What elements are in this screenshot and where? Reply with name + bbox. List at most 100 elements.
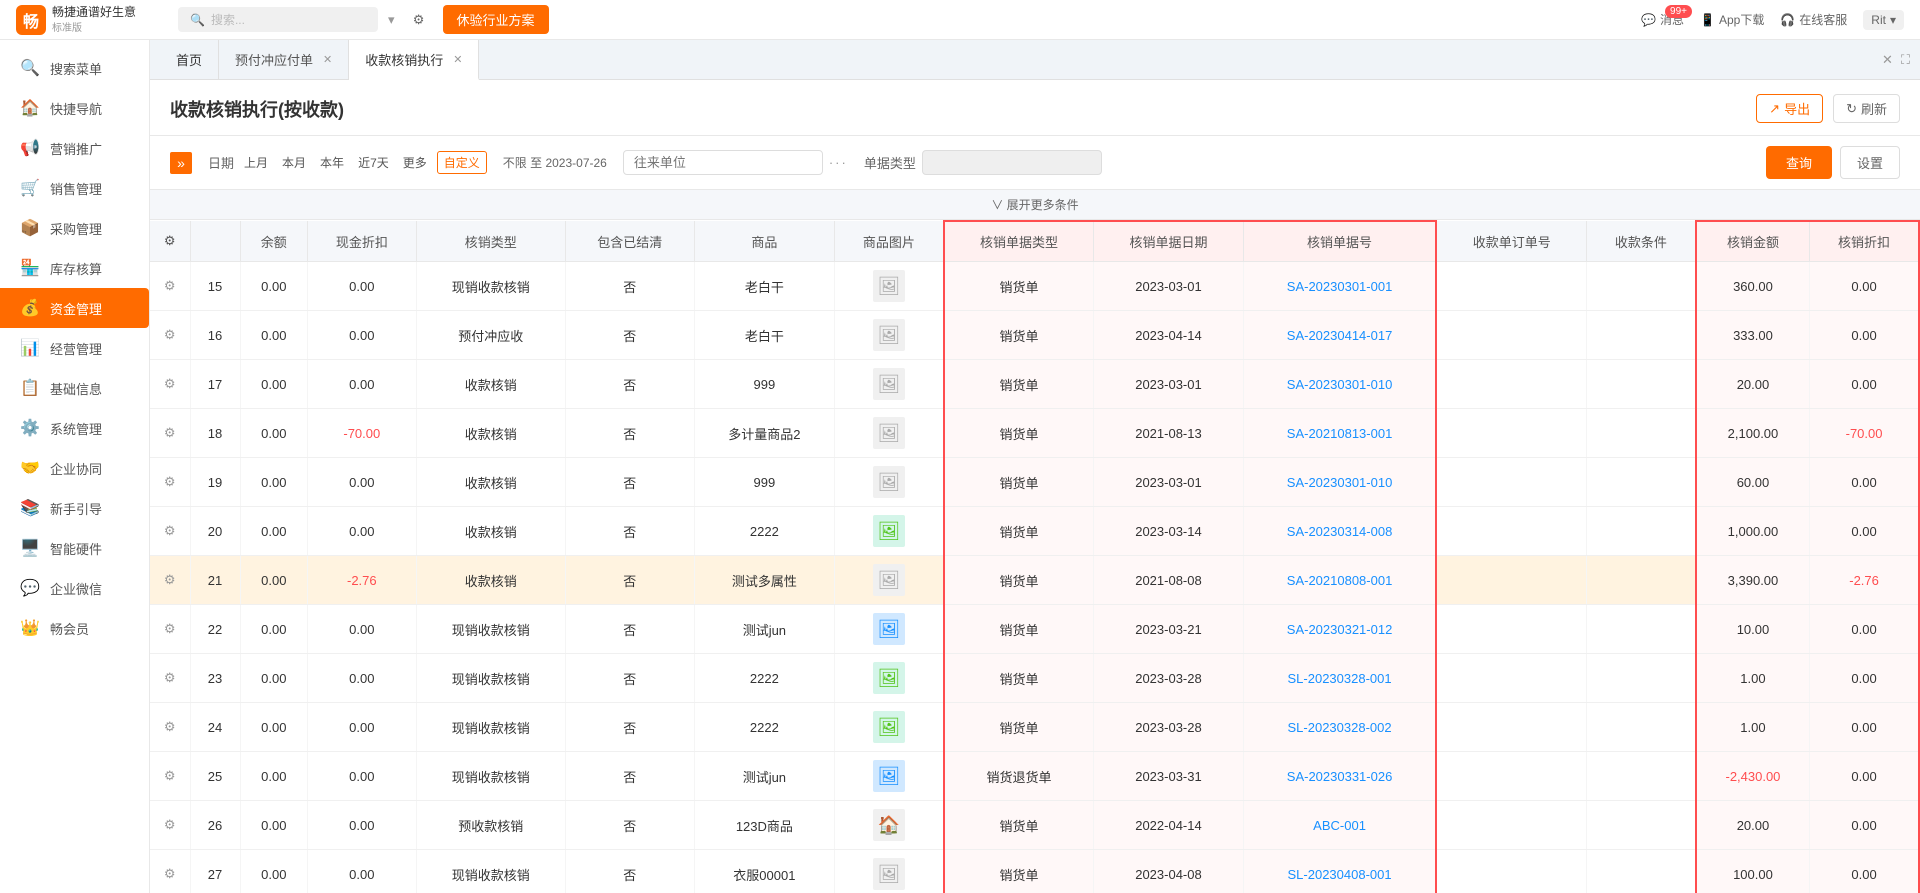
cell-row-num: 16 bbox=[190, 311, 240, 360]
filter-expand-button[interactable]: » bbox=[170, 152, 192, 174]
cell-balance: 0.00 bbox=[240, 703, 308, 752]
partner-input[interactable] bbox=[623, 150, 823, 175]
cell-receipt-condition bbox=[1587, 752, 1696, 801]
tab-receipt[interactable]: 收款核销执行 ✕ bbox=[349, 40, 479, 80]
table-row: ⚙ 25 0.00 0.00 现销收款核销 否 测试jun 🖼 销货退货单 20… bbox=[150, 752, 1919, 801]
purchase-icon: 📦 bbox=[20, 218, 40, 238]
cell-row-num: 25 bbox=[190, 752, 240, 801]
export-button[interactable]: ↗ 导出 bbox=[1756, 94, 1823, 123]
close-tab-icon[interactable]: ✕ bbox=[1882, 52, 1893, 68]
date-shortcut-more[interactable]: 更多 bbox=[399, 152, 431, 173]
filter-actions: 查询 设置 bbox=[1766, 146, 1900, 179]
cell-row-num: 22 bbox=[190, 605, 240, 654]
sidebar-item-management[interactable]: 📊 经营管理 bbox=[0, 328, 149, 368]
cell-included: 否 bbox=[565, 654, 694, 703]
cell-receipt-condition bbox=[1587, 409, 1696, 458]
cell-write-off-type: 预付冲应收 bbox=[416, 311, 565, 360]
page-header: 收款核销执行(按收款) ↗ 导出 ↻ 刷新 bbox=[150, 80, 1920, 136]
cell-settings[interactable]: ⚙ bbox=[150, 311, 190, 360]
date-shortcut-this-month[interactable]: 本月 bbox=[278, 152, 310, 173]
sidebar-item-inventory[interactable]: 🏪 库存核算 bbox=[0, 248, 149, 288]
sidebar-item-basic[interactable]: 📋 基础信息 bbox=[0, 368, 149, 408]
sidebar-item-finance[interactable]: 💰 资金管理 bbox=[0, 288, 149, 328]
cell-settings[interactable]: ⚙ bbox=[150, 360, 190, 409]
date-shortcut-7days[interactable]: 近7天 bbox=[354, 152, 393, 173]
chevron-down-icon: ▾ bbox=[388, 12, 395, 28]
cell-write-off-amount: 360.00 bbox=[1696, 262, 1810, 311]
cell-write-off-discount: -2.76 bbox=[1810, 556, 1919, 605]
refresh-button[interactable]: ↻ 刷新 bbox=[1833, 94, 1900, 123]
cell-doc-type: 销货单 bbox=[944, 311, 1094, 360]
sidebar-item-member[interactable]: 👑 畅会员 bbox=[0, 608, 149, 648]
cell-settings[interactable]: ⚙ bbox=[150, 556, 190, 605]
date-shortcut-last-month[interactable]: 上月 bbox=[240, 152, 272, 173]
cell-settings[interactable]: ⚙ bbox=[150, 458, 190, 507]
sidebar-item-marketing[interactable]: 📢 营销推广 bbox=[0, 128, 149, 168]
cell-goods-image: 🖼 bbox=[834, 409, 943, 458]
cell-settings[interactable]: ⚙ bbox=[150, 262, 190, 311]
partner-more-icon[interactable]: ··· bbox=[829, 155, 848, 170]
date-shortcut-this-year[interactable]: 本年 bbox=[316, 152, 348, 173]
cell-goods: 999 bbox=[694, 458, 834, 507]
industry-solution-button[interactable]: 休验行业方案 bbox=[443, 5, 549, 34]
cell-doc-date: 2023-03-14 bbox=[1094, 507, 1243, 556]
sidebar-item-system[interactable]: ⚙️ 系统管理 bbox=[0, 408, 149, 448]
sidebar-item-shortcut[interactable]: 🏠 快捷导航 bbox=[0, 88, 149, 128]
sidebar-item-wechat[interactable]: 💬 企业微信 bbox=[0, 568, 149, 608]
home-icon: 🏠 bbox=[20, 98, 40, 118]
cell-settings[interactable]: ⚙ bbox=[150, 703, 190, 752]
receipt-type-select[interactable] bbox=[922, 150, 1102, 175]
notification-button[interactable]: 💬 消息 99+ bbox=[1641, 11, 1684, 28]
date-filter-group: 日期 上月 本月 本年 近7天 更多 自定义 bbox=[208, 151, 487, 174]
cell-doc-no: SA-20210813-001 bbox=[1243, 409, 1436, 458]
col-receipt-condition: 收款条件 bbox=[1587, 221, 1696, 262]
filter-row: » 日期 上月 本月 本年 近7天 更多 自定义 不限 至 202 bbox=[170, 146, 1900, 179]
cell-doc-no: SL-20230328-001 bbox=[1243, 654, 1436, 703]
cell-settings[interactable]: ⚙ bbox=[150, 605, 190, 654]
sidebar-item-hardware[interactable]: 🖥️ 智能硬件 bbox=[0, 528, 149, 568]
guide-icon: 📚 bbox=[20, 498, 40, 518]
tab-prepay[interactable]: 预付冲应付单 ✕ bbox=[219, 40, 349, 80]
expand-more-bar[interactable]: ∨ 展开更多条件 bbox=[150, 190, 1920, 220]
table-row: ⚙ 17 0.00 0.00 收款核销 否 999 🖼 销货单 2023-03-… bbox=[150, 360, 1919, 409]
cell-doc-date: 2023-04-14 bbox=[1094, 311, 1243, 360]
cell-settings[interactable]: ⚙ bbox=[150, 507, 190, 556]
cell-receipt-order-no bbox=[1436, 654, 1586, 703]
cell-included: 否 bbox=[565, 703, 694, 752]
cell-settings[interactable]: ⚙ bbox=[150, 752, 190, 801]
sales-icon: 🛒 bbox=[20, 178, 40, 198]
cell-goods: 老白干 bbox=[694, 311, 834, 360]
brand-logo: 畅 bbox=[16, 5, 46, 35]
cell-included: 否 bbox=[565, 507, 694, 556]
cell-balance: 0.00 bbox=[240, 409, 308, 458]
cell-goods: 123D商品 bbox=[694, 801, 834, 850]
gear-button[interactable]: ⚙ bbox=[405, 6, 433, 34]
sidebar-item-sales[interactable]: 🛒 销售管理 bbox=[0, 168, 149, 208]
query-button[interactable]: 查询 bbox=[1766, 146, 1832, 179]
maximize-icon[interactable]: ⛶ bbox=[1901, 52, 1910, 68]
sidebar-item-cooperation[interactable]: 🤝 企业协同 bbox=[0, 448, 149, 488]
cell-settings[interactable]: ⚙ bbox=[150, 850, 190, 893]
col-doc-date: 核销单据日期 bbox=[1094, 221, 1243, 262]
cell-settings[interactable]: ⚙ bbox=[150, 654, 190, 703]
cell-doc-type: 销货单 bbox=[944, 507, 1094, 556]
sidebar-item-guide[interactable]: 📚 新手引导 bbox=[0, 488, 149, 528]
sidebar-item-purchase[interactable]: 📦 采购管理 bbox=[0, 208, 149, 248]
tab-close-receipt[interactable]: ✕ bbox=[453, 53, 462, 66]
user-avatar[interactable]: Rit ▾ bbox=[1863, 10, 1904, 30]
cell-settings[interactable]: ⚙ bbox=[150, 801, 190, 850]
tab-close-prepay[interactable]: ✕ bbox=[323, 53, 332, 66]
tab-home[interactable]: 首页 bbox=[160, 40, 219, 80]
table-container[interactable]: ⚙ 余额 现金折扣 核销类型 包含已结清 商品 商品图片 核销单据类型 核销单据… bbox=[150, 220, 1920, 893]
col-receipt-order-no: 收款单订单号 bbox=[1436, 221, 1586, 262]
sidebar-item-search[interactable]: 🔍 搜索菜单 bbox=[0, 48, 149, 88]
filter-area: » 日期 上月 本月 本年 近7天 更多 自定义 不限 至 202 bbox=[150, 136, 1920, 190]
top-search[interactable]: 🔍 搜索... bbox=[178, 7, 378, 32]
date-shortcut-custom[interactable]: 自定义 bbox=[437, 151, 487, 174]
table-row: ⚙ 20 0.00 0.00 收款核销 否 2222 🖼 销货单 2023-03… bbox=[150, 507, 1919, 556]
online-service-button[interactable]: 🎧 在线客服 bbox=[1780, 11, 1847, 28]
app-download-button[interactable]: 📱 App下载 bbox=[1700, 11, 1764, 28]
cell-settings[interactable]: ⚙ bbox=[150, 409, 190, 458]
col-settings[interactable]: ⚙ bbox=[150, 221, 190, 262]
settings-button[interactable]: 设置 bbox=[1840, 146, 1900, 179]
